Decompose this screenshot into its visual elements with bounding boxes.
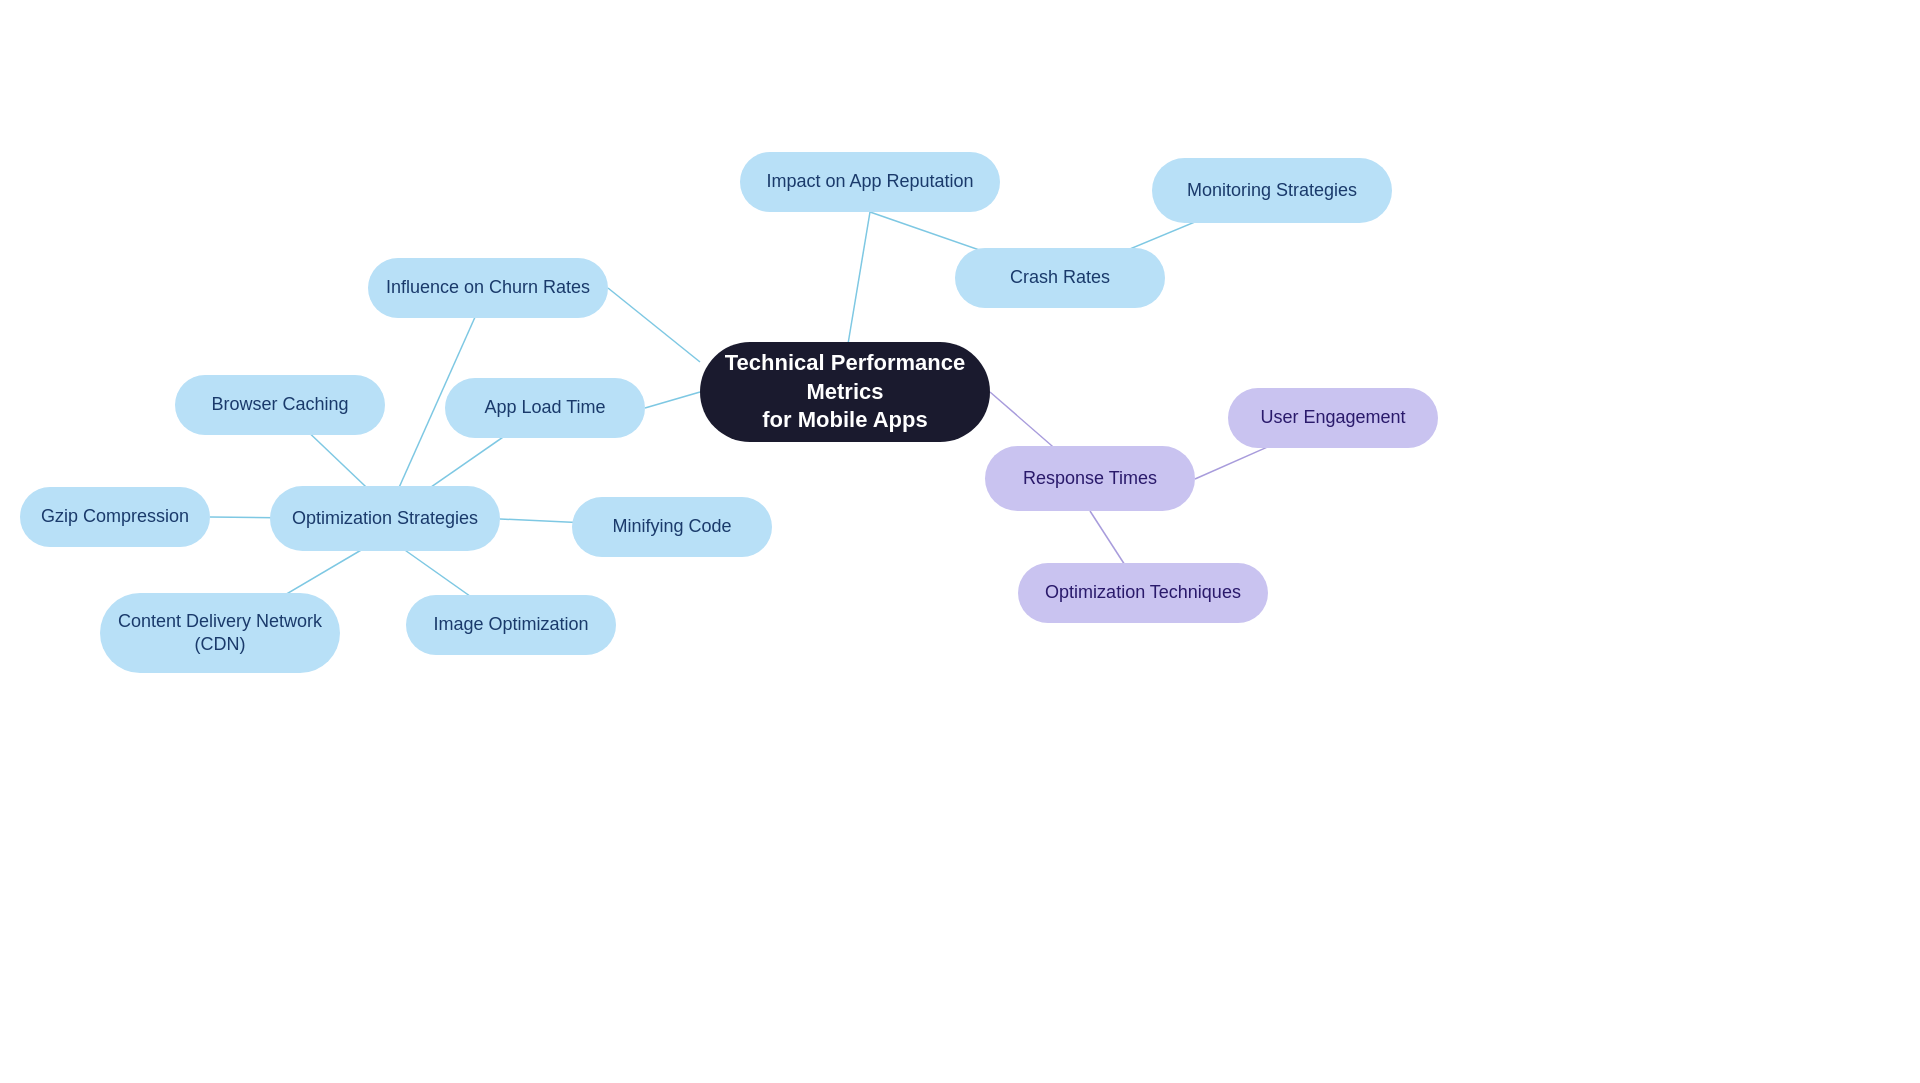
appload-node[interactable]: App Load Time xyxy=(445,378,645,438)
gzip-label: Gzip Compression xyxy=(41,505,189,528)
monitoring-label: Monitoring Strategies xyxy=(1187,179,1357,202)
svg-line-1 xyxy=(608,288,700,362)
appload-label: App Load Time xyxy=(484,396,605,419)
center-label: Technical Performance Metricsfor Mobile … xyxy=(700,349,990,435)
browser-label: Browser Caching xyxy=(211,393,348,416)
impact-label: Impact on App Reputation xyxy=(766,170,973,193)
image-node[interactable]: Image Optimization xyxy=(406,595,616,655)
browser-node[interactable]: Browser Caching xyxy=(175,375,385,435)
influence-label: Influence on Churn Rates xyxy=(386,276,590,299)
gzip-node[interactable]: Gzip Compression xyxy=(20,487,210,547)
impact-node[interactable]: Impact on App Reputation xyxy=(740,152,1000,212)
response-label: Response Times xyxy=(1023,467,1157,490)
engagement-node[interactable]: User Engagement xyxy=(1228,388,1438,448)
svg-line-0 xyxy=(645,392,700,408)
minify-label: Minifying Code xyxy=(612,515,731,538)
response-node[interactable]: Response Times xyxy=(985,446,1195,511)
cdn-label: Content Delivery Network(CDN) xyxy=(118,610,322,657)
monitoring-node[interactable]: Monitoring Strategies xyxy=(1152,158,1392,223)
image-label: Image Optimization xyxy=(433,613,588,636)
svg-line-9 xyxy=(845,212,870,362)
cdn-node[interactable]: Content Delivery Network(CDN) xyxy=(100,593,340,673)
crash-label: Crash Rates xyxy=(1010,266,1110,289)
influence-node[interactable]: Influence on Churn Rates xyxy=(368,258,608,318)
crash-node[interactable]: Crash Rates xyxy=(955,248,1165,308)
engagement-label: User Engagement xyxy=(1260,406,1405,429)
optimization-node[interactable]: Optimization Strategies xyxy=(270,486,500,551)
opttech-label: Optimization Techniques xyxy=(1045,581,1241,604)
center-node[interactable]: Technical Performance Metricsfor Mobile … xyxy=(700,342,990,442)
opttech-node[interactable]: Optimization Techniques xyxy=(1018,563,1268,623)
minify-node[interactable]: Minifying Code xyxy=(572,497,772,557)
optimization-label: Optimization Strategies xyxy=(292,507,478,530)
